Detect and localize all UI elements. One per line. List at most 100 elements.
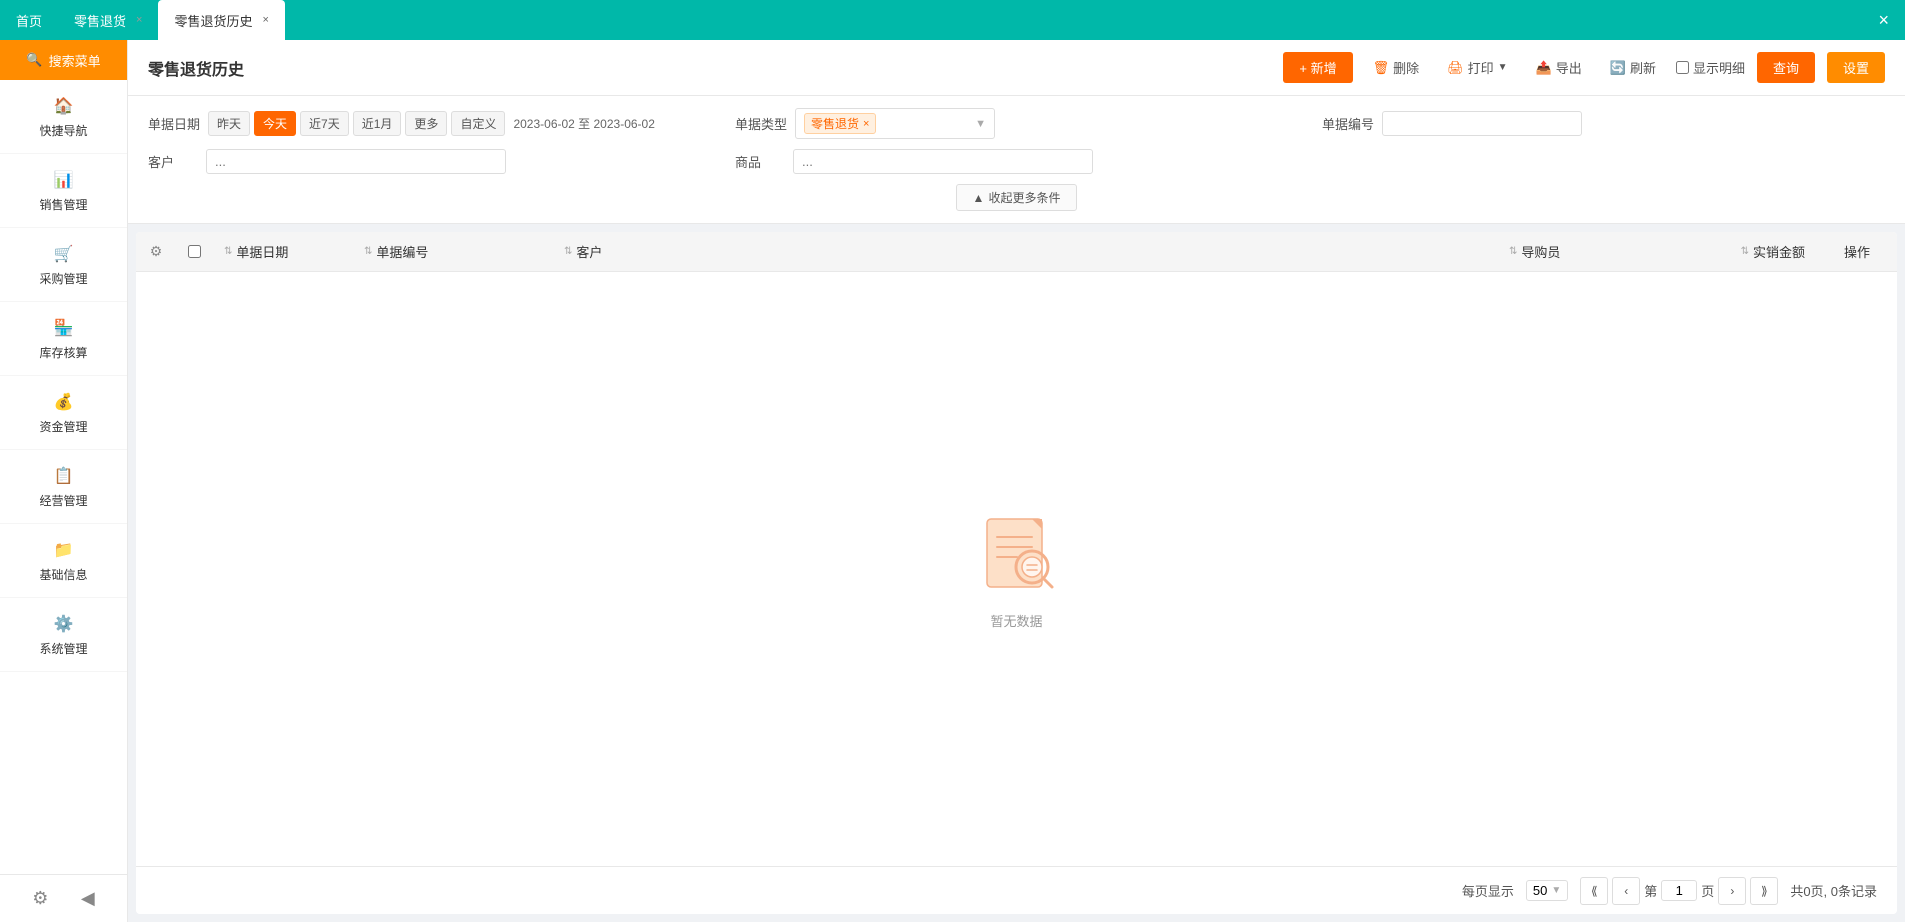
th-voucher-no[interactable]: ⇅ 单据编号 (352, 242, 552, 261)
sidebar-item-basic-info-label: 基础信息 (39, 566, 87, 583)
sidebar-collapse-icon[interactable]: ◀ (81, 888, 95, 909)
sidebar: 🔍 搜索菜单 🏠 快捷导航 📊 销售管理 🛒 采购管理 🏪 库存核算 💰 (0, 40, 128, 922)
tab-retail-return-history[interactable]: 零售退货历史 × (158, 0, 284, 40)
goods-input[interactable] (793, 149, 1093, 174)
voucher-type-select[interactable]: 零售退货 × ▼ (795, 108, 995, 139)
voucher-no-label: 单据编号 (1322, 114, 1374, 133)
sidebar-settings-icon[interactable]: ⚙ (32, 888, 48, 909)
tab-retail-return-label: 零售退货 (74, 11, 126, 30)
show-detail-checkbox[interactable] (1676, 61, 1689, 74)
th-date[interactable]: ⇅ 单据日期 (212, 242, 352, 261)
customer-input[interactable] (206, 149, 506, 174)
sidebar-item-purchase-label: 采购管理 (39, 270, 87, 287)
filter-row-1: 单据日期 昨天 今天 近7天 近1月 更多 自定义 2023-06-02 至 2… (148, 108, 1885, 139)
tab-retail-return-close[interactable]: × (136, 14, 142, 26)
th-guide-label: 导购员 (1521, 242, 1560, 261)
show-detail-checkbox-label[interactable]: 显示明细 (1676, 58, 1745, 77)
sidebar-item-inventory[interactable]: 🏪 库存核算 (0, 302, 127, 376)
sidebar-item-purchase-mgmt[interactable]: 🛒 采购管理 (0, 228, 127, 302)
print-icon: 🖨 (1447, 60, 1464, 76)
sidebar-search[interactable]: 🔍 搜索菜单 (0, 40, 127, 80)
page-size-dropdown-icon: ▼ (1551, 885, 1561, 896)
filter-area: 单据日期 昨天 今天 近7天 近1月 更多 自定义 2023-06-02 至 2… (128, 96, 1905, 224)
th-amount-sort-icon: ⇅ (1741, 246, 1749, 257)
voucher-type-tag-text: 零售退货 (811, 115, 859, 132)
print-button[interactable]: 🖨 打印 ▼ (1439, 54, 1515, 81)
th-settings[interactable]: ⚙ (136, 243, 176, 260)
th-checkbox[interactable] (176, 245, 212, 258)
sidebar-item-quick-nav[interactable]: 🏠 快捷导航 (0, 80, 127, 154)
next-page-button[interactable]: › (1718, 877, 1746, 905)
tab-retail-return[interactable]: 零售退货 × (58, 0, 158, 40)
top-bar: 首页 零售退货 × 零售退货历史 × × (0, 0, 1905, 40)
basic-info-icon: 📁 (52, 538, 76, 562)
refresh-label: 刷新 (1630, 58, 1656, 77)
th-customer[interactable]: ⇅ 客户 (552, 242, 1497, 261)
date-btn-today[interactable]: 今天 (254, 111, 296, 136)
sidebar-item-operation[interactable]: 📋 经营管理 (0, 450, 127, 524)
voucher-date-label: 单据日期 (148, 114, 200, 133)
date-btn-last-month[interactable]: 近1月 (353, 111, 402, 136)
date-btn-last7[interactable]: 近7天 (300, 111, 349, 136)
filter-voucher-date: 单据日期 昨天 今天 近7天 近1月 更多 自定义 2023-06-02 至 2… (148, 111, 711, 136)
select-all-checkbox[interactable] (188, 245, 201, 258)
header-actions: + 新增 🗑 删除 🖨 打印 ▼ 📤 导出 🔄 刷新 (1283, 52, 1885, 83)
tab-home-label: 首页 (16, 11, 42, 30)
collapse-more-button[interactable]: ▲ 收起更多条件 (956, 184, 1078, 211)
th-customer-label: 客户 (576, 242, 602, 261)
voucher-type-label: 单据类型 (735, 114, 787, 133)
sidebar-item-sales-mgmt[interactable]: 📊 销售管理 (0, 154, 127, 228)
page-size-select[interactable]: 50 ▼ (1526, 880, 1568, 901)
search-icon: 🔍 (26, 52, 42, 68)
voucher-type-dropdown-icon: ▼ (975, 118, 986, 130)
delete-button[interactable]: 🗑 删除 (1365, 54, 1428, 81)
new-button[interactable]: + 新增 (1283, 52, 1352, 83)
window-close-button[interactable]: × (1878, 10, 1889, 31)
sidebar-item-basic-info[interactable]: 📁 基础信息 (0, 524, 127, 598)
date-range-display: 2023-06-02 至 2023-06-02 (513, 115, 654, 132)
voucher-no-input[interactable] (1382, 111, 1582, 136)
tab-retail-return-history-close[interactable]: × (262, 14, 268, 26)
th-guide[interactable]: ⇅ 导购员 (1497, 242, 1657, 261)
export-label: 导出 (1556, 58, 1582, 77)
sidebar-bottom: ⚙ ◀ (0, 874, 127, 922)
last-page-button[interactable]: ⟫ (1750, 877, 1778, 905)
prev-page-button[interactable]: ‹ (1612, 877, 1640, 905)
sidebar-item-system[interactable]: ⚙️ 系统管理 (0, 598, 127, 672)
settings-button[interactable]: 设置 (1827, 52, 1885, 83)
sidebar-item-finance[interactable]: 💰 资金管理 (0, 376, 127, 450)
date-btn-custom[interactable]: 自定义 (451, 111, 505, 136)
page-header: 零售退货历史 + 新增 🗑 删除 🖨 打印 ▼ 📤 导出 🔄 (128, 40, 1905, 96)
first-page-button[interactable]: ⟪ (1580, 877, 1608, 905)
date-btn-yesterday[interactable]: 昨天 (208, 111, 250, 136)
filter-voucher-type: 单据类型 零售退货 × ▼ (735, 108, 1298, 139)
finance-icon: 💰 (52, 390, 76, 414)
operation-icon: 📋 (52, 464, 76, 488)
page-number-input[interactable] (1661, 880, 1697, 901)
pagination-bar: 每页显示 50 ▼ ⟪ ‹ 第 页 › ⟫ 共0页, 0条记录 (136, 866, 1897, 914)
query-button[interactable]: 查询 (1757, 52, 1815, 83)
delete-label: 删除 (1393, 58, 1419, 77)
tab-retail-return-history-label: 零售退货历史 (174, 11, 252, 30)
th-date-sort-icon: ⇅ (224, 246, 232, 257)
goods-label: 商品 (735, 152, 785, 171)
empty-state: 暂无数据 (967, 509, 1067, 630)
filter-goods: 商品 (735, 149, 1298, 174)
refresh-button[interactable]: 🔄 刷新 (1602, 54, 1664, 81)
system-icon: ⚙️ (52, 612, 76, 636)
sales-icon: 📊 (52, 168, 76, 192)
sidebar-menu: 🏠 快捷导航 📊 销售管理 🛒 采购管理 🏪 库存核算 💰 资金管理 📋 (0, 80, 127, 874)
tab-home[interactable]: 首页 (0, 0, 58, 40)
column-settings-icon[interactable]: ⚙ (150, 243, 163, 260)
date-btn-more[interactable]: 更多 (405, 111, 447, 136)
export-icon: 📤 (1536, 60, 1552, 76)
content-area: 零售退货历史 + 新增 🗑 删除 🖨 打印 ▼ 📤 导出 🔄 (128, 40, 1905, 922)
export-button[interactable]: 📤 导出 (1528, 54, 1590, 81)
voucher-type-tag-close[interactable]: × (863, 118, 869, 130)
table-area: ⚙ ⇅ 单据日期 ⇅ 单据编号 ⇅ 客户 ⇅ (136, 232, 1897, 914)
page-nav: ⟪ ‹ 第 页 › ⟫ (1580, 877, 1778, 905)
th-voucher-sort-icon: ⇅ (364, 246, 372, 257)
th-amount[interactable]: ⇅ 实销金额 (1657, 242, 1817, 261)
delete-icon: 🗑 (1373, 60, 1390, 76)
th-date-label: 单据日期 (236, 242, 288, 261)
